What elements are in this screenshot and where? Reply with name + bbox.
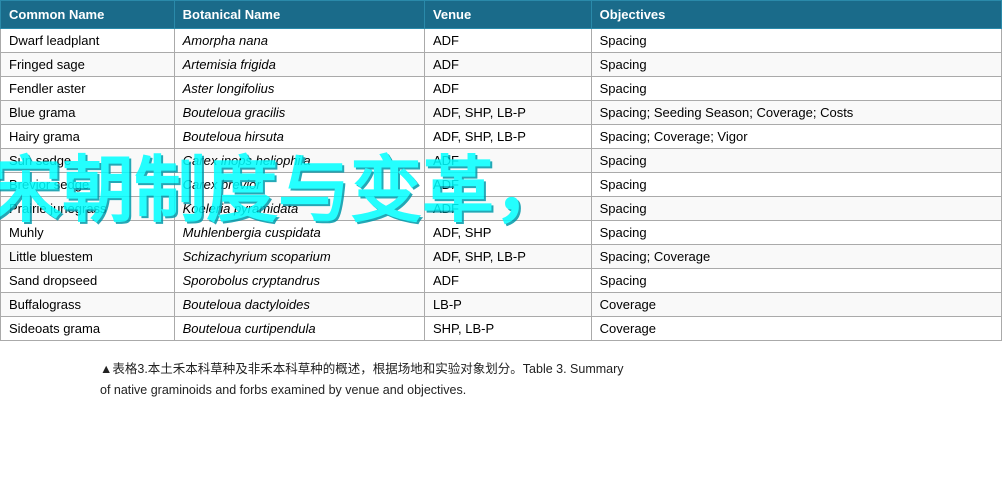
table-cell: SHP, LB-P [424,317,591,341]
table-row: Fendler asterAster longifoliusADFSpacing [1,77,1002,101]
col-header-botanical-name: Botanical Name [174,1,424,29]
table-cell: Fringed sage [1,53,175,77]
table-row: Little bluestemSchizachyrium scopariumAD… [1,245,1002,269]
table-cell: Aster longifolius [174,77,424,101]
data-table: Common Name Botanical Name Venue Objecti… [0,0,1002,341]
table-cell: Coverage [591,317,1001,341]
table-cell: Blue grama [1,101,175,125]
table-cell: Spacing [591,149,1001,173]
table-cell: Sun sedge [1,149,175,173]
table-row: Sand dropseedSporobolus cryptandrusADFSp… [1,269,1002,293]
table-cell: Spacing [591,29,1001,53]
table-row: Hairy gramaBouteloua hirsutaADF, SHP, LB… [1,125,1002,149]
col-header-common-name: Common Name [1,1,175,29]
table-cell: ADF [424,149,591,173]
table-cell: Buffalograss [1,293,175,317]
table-row: Sun sedgeCarex inops heliophilaADFSpacin… [1,149,1002,173]
table-cell: Spacing; Seeding Season; Coverage; Costs [591,101,1001,125]
caption-line2: of native graminoids and forbs examined … [100,380,972,401]
table-cell: Carex inops heliophila [174,149,424,173]
table-cell: Spacing [591,77,1001,101]
table-cell: Bouteloua dactyloides [174,293,424,317]
table-cell: Schizachyrium scoparium [174,245,424,269]
table-row: BuffalograssBouteloua dactyloidesLB-PCov… [1,293,1002,317]
table-cell: Hairy grama [1,125,175,149]
table-cell: Muhly [1,221,175,245]
table-cell: Brevior sedge [1,173,175,197]
table-cell: Bouteloua gracilis [174,101,424,125]
table-cell: ADF [424,77,591,101]
table-row: Prairie junegrassKoeleria pyramidataADFS… [1,197,1002,221]
table-cell: Sideoats grama [1,317,175,341]
page-wrapper: 宋朝制度与变革， Common Name Botanical Name Venu… [0,0,1002,402]
table-cell: Dwarf leadplant [1,29,175,53]
table-row: Fringed sageArtemisia frigidaADFSpacing [1,53,1002,77]
table-header-row: Common Name Botanical Name Venue Objecti… [1,1,1002,29]
table-cell: Little bluestem [1,245,175,269]
table-cell: Spacing [591,221,1001,245]
table-cell: Koeleria pyramidata [174,197,424,221]
table-cell: Spacing [591,269,1001,293]
table-cell: ADF [424,53,591,77]
table-cell: ADF [424,197,591,221]
table-row: Blue gramaBouteloua gracilisADF, SHP, LB… [1,101,1002,125]
table-cell: Spacing [591,53,1001,77]
table-cell: Sand dropseed [1,269,175,293]
table-cell: Spacing [591,173,1001,197]
table-cell: Coverage [591,293,1001,317]
table-cell: Amorpha nana [174,29,424,53]
table-cell: Spacing; Coverage [591,245,1001,269]
table-cell: Artemisia frigida [174,53,424,77]
caption-line1: ▲表格3.本土禾本科草种及非禾本科草种的概述，根据场地和实验对象划分。Table… [100,359,972,380]
caption: ▲表格3.本土禾本科草种及非禾本科草种的概述，根据场地和实验对象划分。Table… [0,359,1002,402]
table-row: Brevior sedgeCarex breviorADFSpacing [1,173,1002,197]
col-header-objectives: Objectives [591,1,1001,29]
table-cell: ADF, SHP, LB-P [424,245,591,269]
table-cell: ADF [424,269,591,293]
table-cell: Spacing; Coverage; Vigor [591,125,1001,149]
table-cell: ADF, SHP, LB-P [424,101,591,125]
table-container: 宋朝制度与变革， Common Name Botanical Name Venu… [0,0,1002,341]
col-header-venue: Venue [424,1,591,29]
table-cell: ADF [424,173,591,197]
table-cell: Bouteloua hirsuta [174,125,424,149]
table-cell: Carex brevior [174,173,424,197]
table-cell: LB-P [424,293,591,317]
table-row: Sideoats gramaBouteloua curtipendulaSHP,… [1,317,1002,341]
table-cell: ADF [424,29,591,53]
table-cell: ADF, SHP, LB-P [424,125,591,149]
table-row: MuhlyMuhlenbergia cuspidataADF, SHPSpaci… [1,221,1002,245]
table-cell: Muhlenbergia cuspidata [174,221,424,245]
table-row: Dwarf leadplantAmorpha nanaADFSpacing [1,29,1002,53]
table-cell: Bouteloua curtipendula [174,317,424,341]
table-cell: Prairie junegrass [1,197,175,221]
table-cell: ADF, SHP [424,221,591,245]
table-cell: Fendler aster [1,77,175,101]
table-cell: Sporobolus cryptandrus [174,269,424,293]
table-cell: Spacing [591,197,1001,221]
